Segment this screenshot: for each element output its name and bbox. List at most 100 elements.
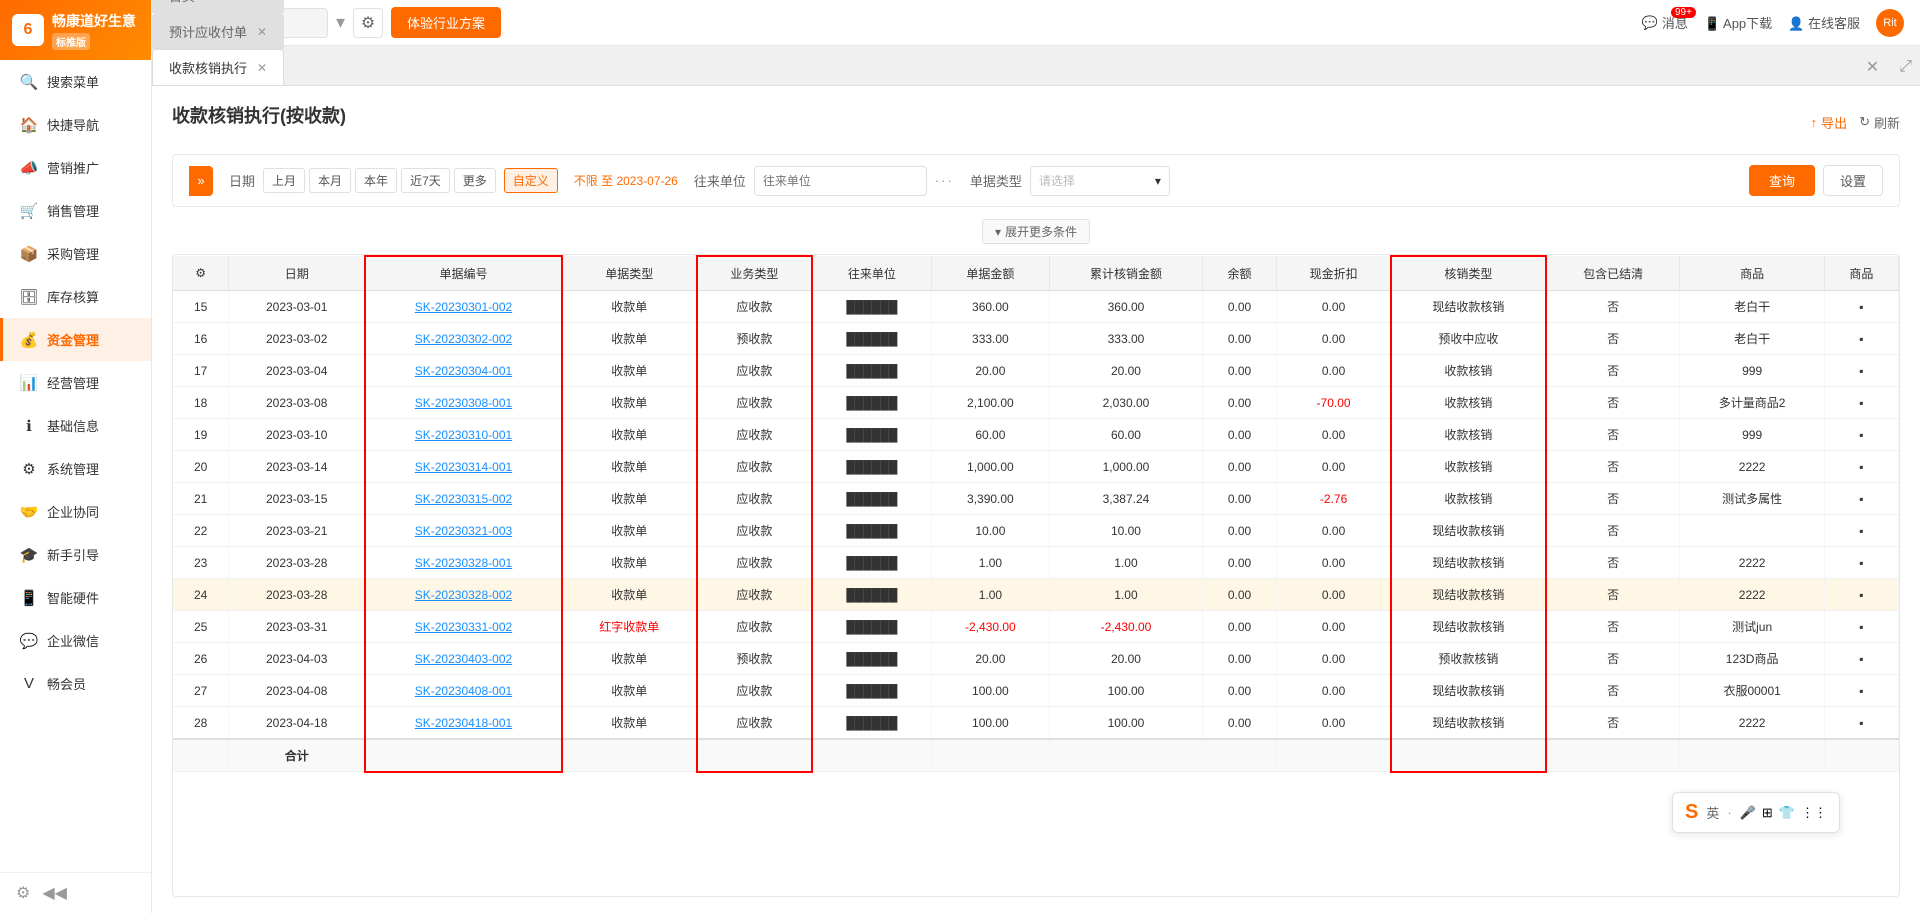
sidebar-item-nav[interactable]: 🏠快捷导航: [0, 103, 151, 146]
cell-bill_no[interactable]: SK-20230331-002: [365, 611, 562, 643]
cell-includes_cleared: 否: [1546, 707, 1680, 740]
refresh-btn[interactable]: ↻ 刷新: [1859, 113, 1900, 132]
cell-bill_no[interactable]: SK-20230321-003: [365, 515, 562, 547]
sidebar-item-sales[interactable]: 🛒销售管理: [0, 189, 151, 232]
cell-num: 21: [173, 483, 229, 515]
cell-balance: 0.00: [1203, 547, 1277, 579]
sidebar-item-marketing[interactable]: 📣营销推广: [0, 146, 151, 189]
filter-arrow-btn[interactable]: »: [189, 166, 213, 196]
header-dropdown-icon[interactable]: ▾: [336, 12, 345, 33]
cell-bill_no[interactable]: SK-20230314-001: [365, 451, 562, 483]
cell-bill_no[interactable]: SK-20230301-002: [365, 291, 562, 323]
date-btn-近7天[interactable]: 近7天: [401, 168, 450, 193]
sidebar-label-purchase: 采购管理: [47, 244, 99, 263]
sidebar-item-wechat[interactable]: 💬企业微信: [0, 619, 151, 662]
cell-biz_type: 预收款: [697, 323, 812, 355]
query-btn[interactable]: 查询: [1749, 165, 1815, 196]
cell-date: 2023-03-01: [229, 291, 365, 323]
cell-goods2: ▪: [1824, 291, 1898, 323]
collapse-icon[interactable]: ◀◀: [42, 883, 67, 903]
tab-receipt-cancel[interactable]: 收款核销执行✕: [152, 49, 284, 85]
tab-close-btn[interactable]: ✕: [257, 61, 267, 75]
sidebar-icon-inventory: 🗄: [19, 288, 39, 306]
sidebar-icon-system: ⚙: [19, 460, 39, 478]
cell-num: 20: [173, 451, 229, 483]
col-header-bill_no: 单据编号: [365, 256, 562, 291]
sidebar-label-search: 搜索菜单: [47, 72, 99, 91]
close-all-tabs-btn[interactable]: ✕: [1854, 49, 1891, 85]
tab-close-btn[interactable]: ✕: [257, 25, 267, 39]
settings-icon[interactable]: ⚙: [16, 883, 30, 903]
date-btn-上月[interactable]: 上月: [263, 168, 305, 193]
col-header-cancel_amount: 累计核销金额: [1049, 256, 1202, 291]
date-btn-本年[interactable]: 本年: [355, 168, 397, 193]
footer-cell-date: 合计: [229, 739, 365, 772]
col-header-biz_type: 业务类型: [697, 256, 812, 291]
sidebar-item-hardware[interactable]: 📱智能硬件: [0, 576, 151, 619]
filter-actions: 查询 设置: [1749, 165, 1883, 196]
cell-cash_discount: 0.00: [1277, 675, 1391, 707]
voucher-type-select[interactable]: 请选择▾: [1030, 166, 1170, 196]
sidebar-item-member[interactable]: V畅会员: [0, 662, 151, 705]
export-btn[interactable]: ↑ 导出: [1811, 113, 1848, 132]
expand-more-wrap: ▾ 展开更多条件: [172, 219, 1900, 244]
sidebar-item-purchase[interactable]: 📦 采购管理: [0, 232, 151, 275]
cell-bill_no[interactable]: SK-20230308-001: [365, 387, 562, 419]
expand-tabs-btn[interactable]: ⤢: [1891, 49, 1920, 85]
custom-date-btn[interactable]: 自定义: [504, 168, 558, 193]
date-btn-更多[interactable]: 更多: [454, 168, 496, 193]
partner-input[interactable]: [754, 166, 927, 196]
header-gear-btn[interactable]: ⚙: [353, 8, 383, 38]
date-btn-本月[interactable]: 本月: [309, 168, 351, 193]
filter-more-dots[interactable]: ···: [935, 173, 954, 188]
sidebar-icon-purchase: 📦: [19, 245, 39, 263]
sidebar-item-basic[interactable]: ℹ基础信息: [0, 404, 151, 447]
cell-bill_no[interactable]: SK-20230403-002: [365, 643, 562, 675]
cell-bill_no[interactable]: SK-20230328-002: [365, 579, 562, 611]
cell-bill_no[interactable]: SK-20230328-001: [365, 547, 562, 579]
sidebar-item-system[interactable]: ⚙系统管理: [0, 447, 151, 490]
cell-balance: 0.00: [1203, 675, 1277, 707]
cell-biz_type: 应收款: [697, 611, 812, 643]
user-avatar[interactable]: Rit: [1876, 9, 1904, 37]
cell-bill_no[interactable]: SK-20230304-001: [365, 355, 562, 387]
cell-bill_no[interactable]: SK-20230408-001: [365, 675, 562, 707]
sidebar-item-search[interactable]: 🔍搜索菜单: [0, 60, 151, 103]
cell-goods2: ▪: [1824, 387, 1898, 419]
cell-partner: ██████: [812, 707, 931, 740]
cell-num: 16: [173, 323, 229, 355]
cell-cancel_type: 收款核销: [1391, 451, 1546, 483]
cell-balance: 0.00: [1203, 707, 1277, 740]
cell-goods2: ▪: [1824, 451, 1898, 483]
table-header: ⚙日期单据编号单据类型业务类型往来单位单据金额累计核销金额余额现金折扣核销类型包…: [173, 256, 1899, 291]
sidebar-item-finance[interactable]: 💰资金管理: [0, 318, 151, 361]
sidebar-item-guide[interactable]: 🎓新手引导: [0, 533, 151, 576]
industry-solution-btn[interactable]: 体验行业方案: [391, 7, 501, 38]
cell-bill_no[interactable]: SK-20230310-001: [365, 419, 562, 451]
sidebar-item-inventory[interactable]: 🗄库存核算: [0, 275, 151, 318]
sidebar-label-basic: 基础信息: [47, 416, 99, 435]
cell-cash_discount: 0.00: [1277, 419, 1391, 451]
cell-bill_type: 收款单: [562, 355, 697, 387]
tab-home[interactable]: 首页: [152, 0, 284, 13]
sidebar-item-operations[interactable]: 📊经营管理: [0, 361, 151, 404]
filter-settings-btn[interactable]: 设置: [1823, 165, 1883, 196]
cell-partner: ██████: [812, 451, 931, 483]
cell-cancel_amount: 1.00: [1049, 547, 1202, 579]
online-service-btn[interactable]: 👤 在线客服: [1788, 13, 1860, 32]
cell-goods2: ▪: [1824, 419, 1898, 451]
cell-biz_type: 预收款: [697, 643, 812, 675]
tab-pre-invoice[interactable]: 预计应收付单✕: [152, 13, 284, 49]
sidebar-icon-nav: 🏠: [19, 116, 39, 134]
cell-cash_discount: 0.00: [1277, 643, 1391, 675]
main-area: 🔍 搜索... ▾ ⚙ 体验行业方案 💬 消息 99+ 📱 App下载 👤 在线…: [152, 0, 1920, 913]
cell-bill_no[interactable]: SK-20230302-002: [365, 323, 562, 355]
message-btn[interactable]: 💬 消息 99+: [1642, 13, 1688, 32]
expand-more-btn[interactable]: ▾ 展开更多条件: [982, 219, 1090, 244]
sidebar-item-corp[interactable]: 🤝企业协同: [0, 490, 151, 533]
cell-balance: 0.00: [1203, 451, 1277, 483]
cell-num: 28: [173, 707, 229, 740]
app-download-btn[interactable]: 📱 App下载: [1704, 13, 1772, 32]
cell-bill_no[interactable]: SK-20230418-001: [365, 707, 562, 740]
cell-bill_no[interactable]: SK-20230315-002: [365, 483, 562, 515]
